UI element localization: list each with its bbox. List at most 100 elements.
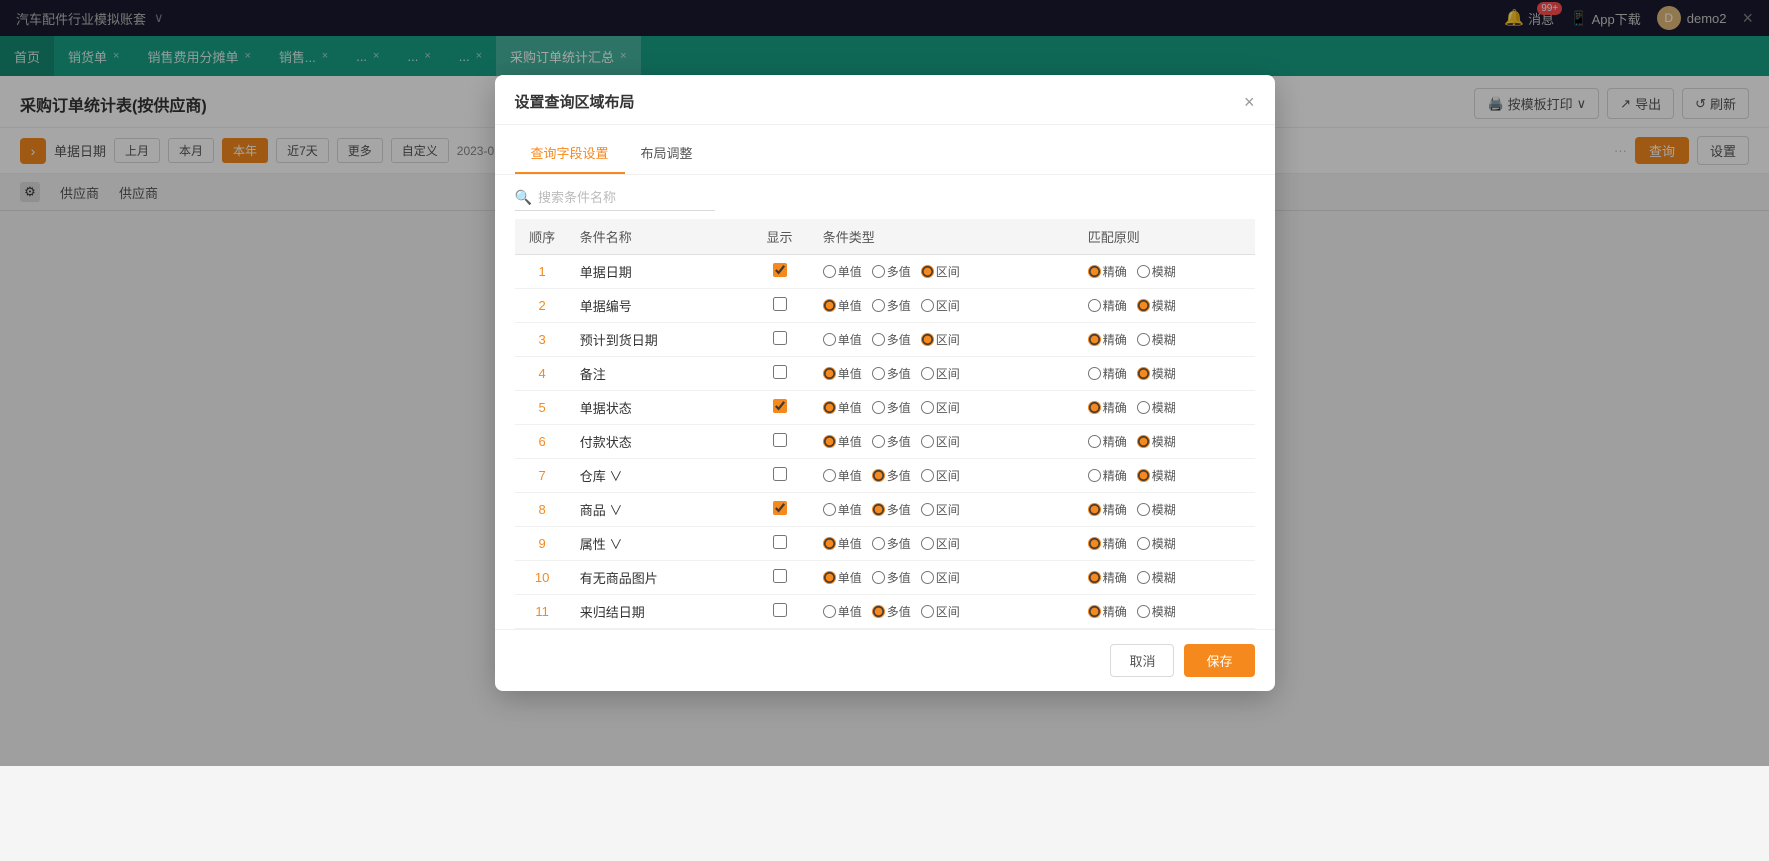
match-radio-fuzzy[interactable] — [1137, 571, 1150, 584]
match-radio-fuzzy[interactable] — [1137, 299, 1150, 312]
match-radio-fuzzy[interactable] — [1137, 503, 1150, 516]
col-header-name: 条件名称 — [570, 219, 747, 255]
type-radio-single[interactable] — [823, 265, 836, 278]
match-radio-exact[interactable] — [1088, 367, 1101, 380]
type-radio-range[interactable] — [921, 299, 934, 312]
match-radio-exact[interactable] — [1088, 469, 1101, 482]
type-radio-multi[interactable] — [872, 265, 885, 278]
type-radio-multi[interactable] — [872, 537, 885, 550]
row-name: 仓库 ∨ — [570, 459, 747, 493]
type-radio-single[interactable] — [823, 367, 836, 380]
match-radio-exact[interactable] — [1088, 333, 1101, 346]
tab-query-fields[interactable]: 查询字段设置 — [515, 137, 625, 174]
dialog-title: 设置查询区域布局 — [515, 91, 635, 112]
type-radio-multi[interactable] — [872, 299, 885, 312]
match-radio-fuzzy[interactable] — [1137, 401, 1150, 414]
display-checkbox[interactable] — [773, 433, 787, 447]
type-radio-single[interactable] — [823, 435, 836, 448]
row-order: 1 — [515, 255, 570, 289]
match-radio-exact[interactable] — [1088, 435, 1101, 448]
display-checkbox[interactable] — [773, 501, 787, 515]
row-name: 属性 ∨ — [570, 527, 747, 561]
match-radio-exact[interactable] — [1088, 401, 1101, 414]
type-radio-range[interactable] — [921, 503, 934, 516]
row-type-cell: 单值多值区间 — [813, 323, 1078, 357]
row-match-cell: 精确模糊 — [1078, 357, 1255, 391]
save-btn[interactable]: 保存 — [1184, 644, 1254, 677]
type-radio-single[interactable] — [823, 605, 836, 618]
col-header-type: 条件类型 — [813, 219, 1078, 255]
row-type-cell: 单值多值区间 — [813, 459, 1078, 493]
type-radio-range[interactable] — [921, 435, 934, 448]
row-match-cell: 精确模糊 — [1078, 595, 1255, 629]
type-radio-range[interactable] — [921, 571, 934, 584]
row-order: 9 — [515, 527, 570, 561]
display-checkbox[interactable] — [773, 297, 787, 311]
dialog-tabs: 查询字段设置 布局调整 — [495, 125, 1275, 175]
match-radio-fuzzy[interactable] — [1137, 367, 1150, 380]
type-radio-range[interactable] — [921, 333, 934, 346]
type-radio-multi[interactable] — [872, 401, 885, 414]
display-checkbox[interactable] — [773, 603, 787, 617]
display-checkbox[interactable] — [773, 467, 787, 481]
match-radio-exact[interactable] — [1088, 503, 1101, 516]
row-order: 10 — [515, 561, 570, 595]
display-checkbox[interactable] — [773, 535, 787, 549]
display-checkbox[interactable] — [773, 569, 787, 583]
match-radio-fuzzy[interactable] — [1137, 469, 1150, 482]
type-radio-multi[interactable] — [872, 571, 885, 584]
match-radio-exact[interactable] — [1088, 299, 1101, 312]
match-radio-exact[interactable] — [1088, 605, 1101, 618]
match-radio-fuzzy[interactable] — [1137, 333, 1150, 346]
type-radio-single[interactable] — [823, 537, 836, 550]
match-radio-fuzzy[interactable] — [1137, 435, 1150, 448]
type-radio-single[interactable] — [823, 299, 836, 312]
type-radio-range[interactable] — [921, 367, 934, 380]
row-name: 商品 ∨ — [570, 493, 747, 527]
row-type-cell: 单值多值区间 — [813, 425, 1078, 459]
type-radio-range[interactable] — [921, 537, 934, 550]
display-checkbox[interactable] — [773, 331, 787, 345]
type-radio-range[interactable] — [921, 265, 934, 278]
tab-layout[interactable]: 布局调整 — [625, 137, 709, 174]
row-match-cell: 精确模糊 — [1078, 459, 1255, 493]
row-type-cell: 单值多值区间 — [813, 391, 1078, 425]
display-checkbox[interactable] — [773, 263, 787, 277]
display-checkbox[interactable] — [773, 365, 787, 379]
match-radio-exact[interactable] — [1088, 571, 1101, 584]
type-radio-multi[interactable] — [872, 469, 885, 482]
match-radio-fuzzy[interactable] — [1137, 605, 1150, 618]
type-radio-multi[interactable] — [872, 435, 885, 448]
type-radio-multi[interactable] — [872, 333, 885, 346]
type-radio-range[interactable] — [921, 401, 934, 414]
search-input[interactable] — [538, 190, 698, 205]
match-radio-exact[interactable] — [1088, 265, 1101, 278]
row-name: 预计到货日期 — [570, 323, 747, 357]
display-checkbox[interactable] — [773, 399, 787, 413]
type-radio-single[interactable] — [823, 401, 836, 414]
row-name: 付款状态 — [570, 425, 747, 459]
type-radio-single[interactable] — [823, 333, 836, 346]
match-radio-exact[interactable] — [1088, 537, 1101, 550]
cancel-btn[interactable]: 取消 — [1110, 644, 1174, 677]
match-radio-fuzzy[interactable] — [1137, 265, 1150, 278]
type-radio-single[interactable] — [823, 503, 836, 516]
type-radio-single[interactable] — [823, 571, 836, 584]
search-area: 🔍 — [495, 175, 1275, 219]
table-row: 8商品 ∨单值多值区间精确模糊 — [515, 493, 1255, 527]
row-order: 3 — [515, 323, 570, 357]
type-radio-range[interactable] — [921, 469, 934, 482]
type-radio-multi[interactable] — [872, 605, 885, 618]
type-radio-single[interactable] — [823, 469, 836, 482]
row-name: 有无商品图片 — [570, 561, 747, 595]
col-header-display: 显示 — [746, 219, 812, 255]
row-type-cell: 单值多值区间 — [813, 527, 1078, 561]
type-radio-multi[interactable] — [872, 503, 885, 516]
type-radio-multi[interactable] — [872, 367, 885, 380]
table-row: 10有无商品图片单值多值区间精确模糊 — [515, 561, 1255, 595]
type-radio-range[interactable] — [921, 605, 934, 618]
dialog-close-btn[interactable]: × — [1244, 93, 1255, 111]
dialog-header: 设置查询区域布局 × — [495, 75, 1275, 125]
match-radio-fuzzy[interactable] — [1137, 537, 1150, 550]
table-row: 11来归结日期单值多值区间精确模糊 — [515, 595, 1255, 629]
